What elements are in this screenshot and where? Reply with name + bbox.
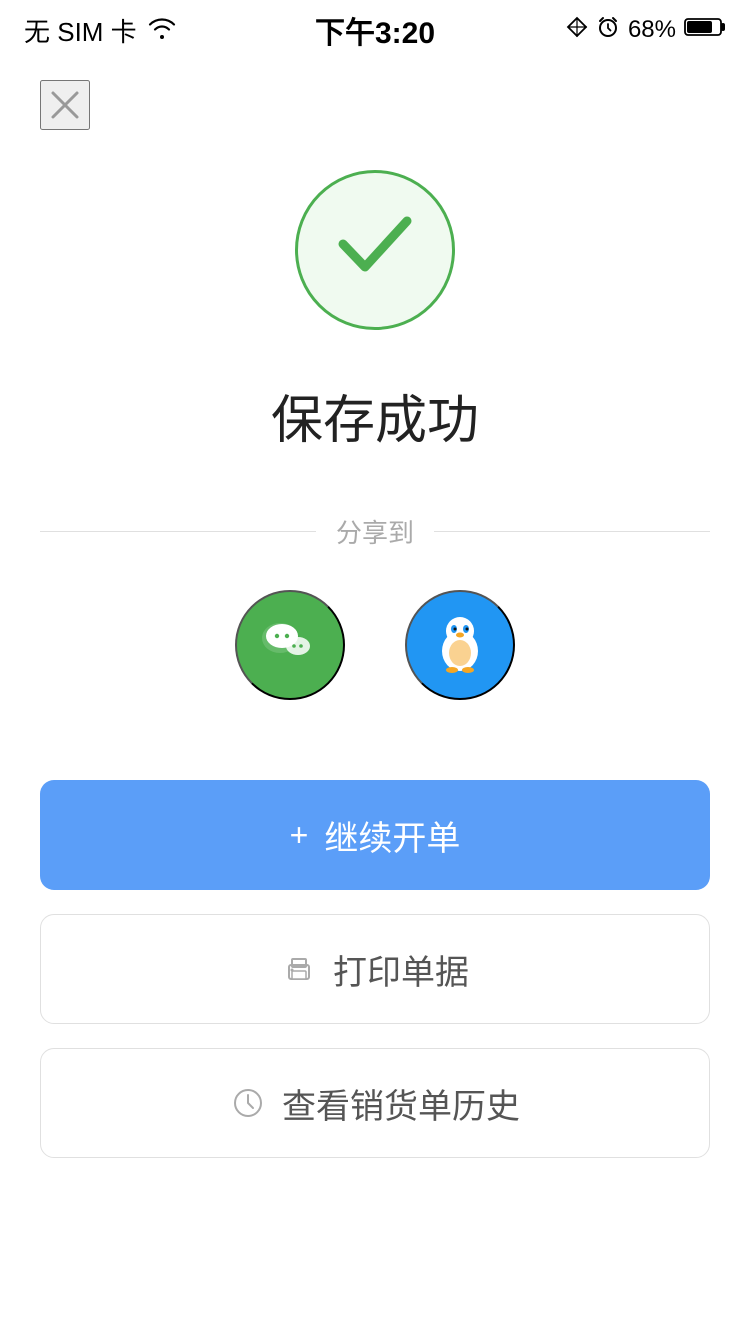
divider-line-left	[40, 531, 316, 532]
success-title: 保存成功	[271, 378, 479, 453]
print-receipt-button[interactable]: 打印单据	[40, 914, 710, 1024]
plus-icon: +	[290, 817, 309, 854]
print-receipt-label: 打印单据	[333, 945, 469, 994]
close-button[interactable]	[40, 80, 90, 130]
share-icons-row	[235, 590, 515, 700]
status-time: 下午3:20	[315, 8, 435, 52]
divider-line-right	[434, 531, 710, 532]
status-bar: 无 SIM 卡 下午3:20 68%	[0, 0, 750, 60]
view-history-button[interactable]: 查看销货单历史	[40, 1048, 710, 1158]
printer-icon	[281, 951, 317, 987]
status-left: 无 SIM 卡	[24, 12, 177, 49]
main-content: 保存成功 分享到	[0, 150, 750, 1334]
battery-icon	[684, 16, 726, 45]
view-history-label: 查看销货单历史	[282, 1079, 520, 1128]
success-icon-circle	[295, 170, 455, 330]
action-buttons: + 继续开单 打印单据 查看销货单历史	[40, 780, 710, 1158]
continue-order-label: 继续开单	[324, 811, 460, 860]
alarm-icon	[596, 15, 620, 46]
checkmark-icon	[335, 209, 415, 292]
battery-label: 68%	[628, 16, 676, 44]
close-area	[0, 60, 750, 150]
share-divider: 分享到	[40, 513, 710, 550]
wifi-icon	[147, 15, 177, 46]
share-qq-button[interactable]	[405, 590, 515, 700]
no-sim-label: 无 SIM 卡	[24, 12, 137, 49]
status-right: 68%	[566, 15, 726, 46]
continue-order-button[interactable]: + 继续开单	[40, 780, 710, 890]
share-label: 分享到	[336, 513, 414, 550]
share-wechat-button[interactable]	[235, 590, 345, 700]
history-icon	[230, 1085, 266, 1121]
location-icon	[566, 16, 588, 45]
